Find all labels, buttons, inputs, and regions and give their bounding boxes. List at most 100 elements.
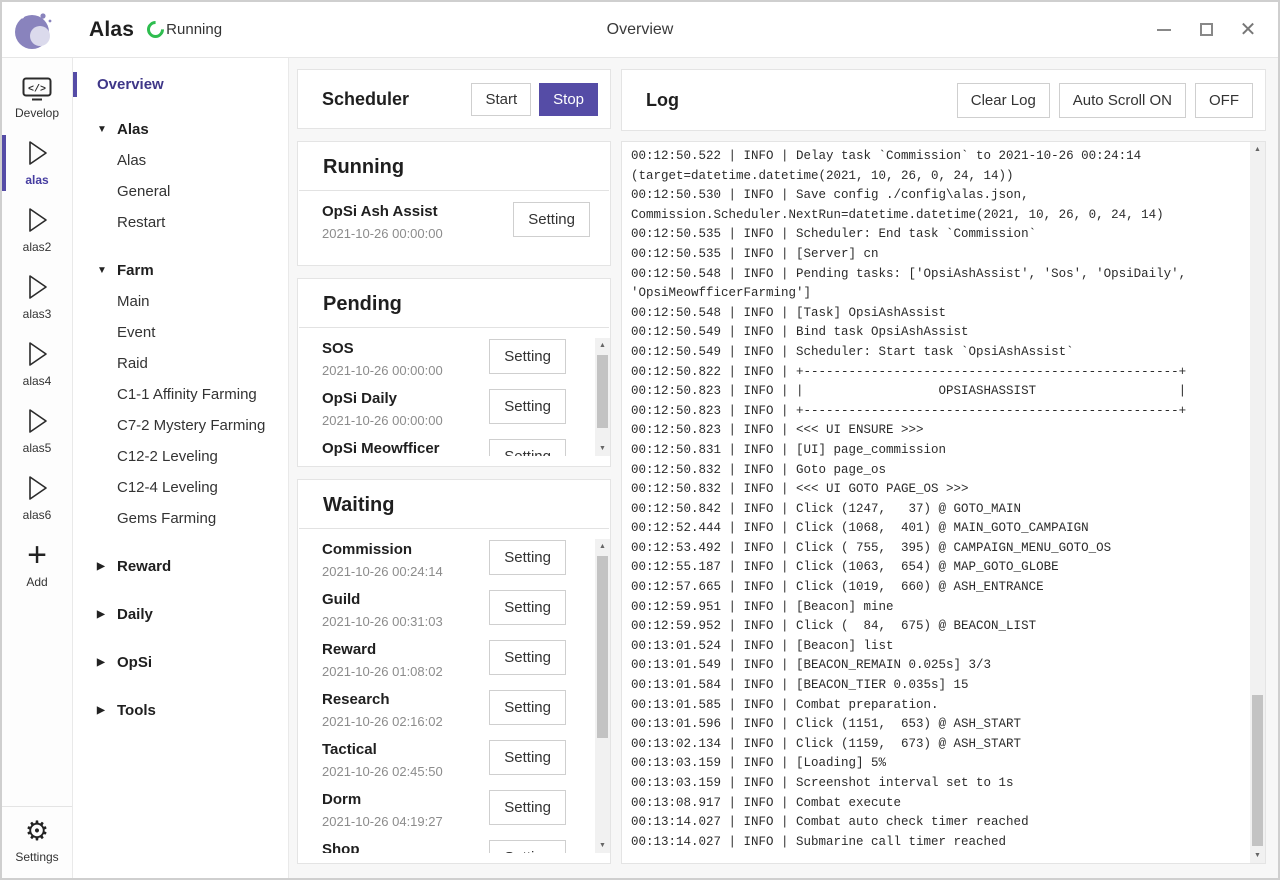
active-indicator <box>73 72 77 97</box>
task-row: Commission 2021-10-26 00:24:14 Setting <box>322 539 566 580</box>
log-scrollbar[interactable]: ▲ ▼ <box>1250 142 1265 863</box>
waiting-task-list: Commission 2021-10-26 00:24:14 Setting G… <box>298 539 610 853</box>
scroll-down-icon[interactable]: ▼ <box>595 441 610 456</box>
scroll-up-icon[interactable]: ▲ <box>595 338 610 353</box>
start-button[interactable]: Start <box>471 83 531 116</box>
alas-logo-icon <box>13 9 55 51</box>
task-setting-button[interactable]: Setting <box>489 389 566 424</box>
nav-item-label: C7-2 Mystery Farming <box>117 417 265 434</box>
nav-item[interactable]: ▶ Daily <box>73 599 288 630</box>
scroll-down-icon[interactable]: ▼ <box>1250 848 1265 863</box>
nav-item[interactable]: ▶ Tools <box>73 695 288 726</box>
nav-item[interactable]: C1-1 Affinity Farming <box>73 379 288 410</box>
autoscroll-on-button[interactable]: Auto Scroll ON <box>1059 83 1186 118</box>
sidebar-instance[interactable]: alas3 <box>2 265 72 329</box>
scheduler-title: Scheduler <box>322 89 471 110</box>
nav-arrow-icon: ▶ <box>97 705 117 716</box>
scrollbar-thumb[interactable] <box>597 556 608 738</box>
task-time: 2021-10-26 02:45:50 <box>322 764 481 780</box>
scrollbar-thumb[interactable] <box>1252 695 1263 846</box>
nav-item-label: Event <box>117 324 155 341</box>
nav-item[interactable]: C12-4 Leveling <box>73 472 288 503</box>
autoscroll-off-button[interactable]: OFF <box>1195 83 1253 118</box>
task-setting-button[interactable]: Setting <box>489 840 566 853</box>
nav-item[interactable]: Main <box>73 286 288 317</box>
app-window: Overview Alas Running ✕ </> Develop <box>0 0 1280 880</box>
settings-label: Settings <box>15 850 58 864</box>
nav-item[interactable]: Raid <box>73 348 288 379</box>
task-setting-button[interactable]: Setting <box>489 790 566 825</box>
add-instance-button[interactable]: + Add <box>2 533 72 597</box>
minimize-button[interactable] <box>1156 22 1172 38</box>
nav-item[interactable]: ▼ Alas <box>73 114 288 145</box>
active-indicator <box>2 135 6 191</box>
waiting-scrollbar[interactable]: ▲ ▼ <box>595 539 610 853</box>
app-name: Alas <box>89 18 134 42</box>
scrollbar-thumb[interactable] <box>597 355 608 428</box>
nav-item[interactable]: Alas <box>73 145 288 176</box>
instance-label: alas6 <box>23 508 52 522</box>
task-row: OpSi Daily 2021-10-26 00:00:00 Setting <box>322 388 566 429</box>
stop-button[interactable]: Stop <box>539 83 598 116</box>
task-setting-button[interactable]: Setting <box>489 339 566 374</box>
task-setting-button[interactable]: Setting <box>489 740 566 775</box>
nav-item-label: Tools <box>117 702 156 719</box>
sidebar-instance[interactable]: alas2 <box>2 198 72 262</box>
task-setting-button[interactable]: Setting <box>489 690 566 725</box>
nav-item[interactable]: ▶ Reward <box>73 551 288 582</box>
nav-item[interactable]: ▼ Farm <box>73 255 288 286</box>
plus-icon: + <box>27 540 47 570</box>
task-setting-button[interactable]: Setting <box>489 540 566 575</box>
nav-item-overview[interactable]: Overview <box>73 72 288 97</box>
nav-item[interactable]: C7-2 Mystery Farming <box>73 410 288 441</box>
close-button[interactable]: ✕ <box>1240 22 1256 38</box>
main-content: Scheduler Start Stop Running OpSi Ash As… <box>289 58 1278 878</box>
play-icon <box>22 339 52 369</box>
nav-item-label: Farm <box>117 262 154 279</box>
task-row: Research 2021-10-26 02:16:02 Setting <box>322 689 566 730</box>
task-name: Reward <box>322 639 481 660</box>
sidebar-instance[interactable]: alas4 <box>2 332 72 396</box>
running-title: Running <box>299 156 609 191</box>
task-name: OpSi Meowfficer Farming <box>322 438 481 456</box>
sidebar-item-settings[interactable]: ⚙ Settings <box>2 806 72 872</box>
task-name: Dorm <box>322 789 481 810</box>
scheduler-status: Running <box>166 21 222 38</box>
nav-item[interactable]: Restart <box>73 207 288 238</box>
nav-item[interactable]: General <box>73 176 288 207</box>
nav-item[interactable]: C12-2 Leveling <box>73 441 288 472</box>
nav-item[interactable]: ▶ OpSi <box>73 647 288 678</box>
task-setting-button[interactable]: Setting <box>489 439 566 456</box>
clear-log-button[interactable]: Clear Log <box>957 83 1050 118</box>
task-row: Tactical 2021-10-26 02:45:50 Setting <box>322 739 566 780</box>
nav-item-label: C12-4 Leveling <box>117 479 218 496</box>
task-row: Guild 2021-10-26 00:31:03 Setting <box>322 589 566 630</box>
nav-item[interactable]: Gems Farming <box>73 503 288 534</box>
sidebar-item-develop[interactable]: </> Develop <box>2 70 72 128</box>
task-setting-button[interactable]: Setting <box>489 590 566 625</box>
develop-icon: </> <box>22 77 52 101</box>
titlebar: Overview Alas Running ✕ <box>2 2 1278 58</box>
scroll-down-icon[interactable]: ▼ <box>595 838 610 853</box>
sidebar-instance[interactable]: alas5 <box>2 399 72 463</box>
pending-title: Pending <box>299 293 609 328</box>
sidebar-instance[interactable]: alas <box>2 131 72 195</box>
log-output[interactable]: 00:12:50.522 | INFO | Delay task `Commis… <box>622 142 1250 863</box>
pending-panel: Pending SOS 2021-10-26 00:00:00 Set <box>297 278 611 467</box>
nav-item[interactable]: Event <box>73 317 288 348</box>
task-setting-button[interactable]: Setting <box>513 202 590 237</box>
scroll-up-icon[interactable]: ▲ <box>595 539 610 554</box>
scroll-up-icon[interactable]: ▲ <box>1250 142 1265 157</box>
nav-item-label: Restart <box>117 214 165 231</box>
task-time: 2021-10-26 00:00:00 <box>322 226 505 242</box>
sidebar-instance[interactable]: alas6 <box>2 466 72 530</box>
maximize-button[interactable] <box>1198 22 1214 38</box>
develop-label: Develop <box>15 106 59 120</box>
instance-label: alas5 <box>23 441 52 455</box>
task-setting-button[interactable]: Setting <box>489 640 566 675</box>
pending-scrollbar[interactable]: ▲ ▼ <box>595 338 610 456</box>
nav-item-label: OpSi <box>117 654 152 671</box>
instance-label: alas4 <box>23 374 52 388</box>
play-icon <box>22 272 52 302</box>
nav-item-label: Raid <box>117 355 148 372</box>
